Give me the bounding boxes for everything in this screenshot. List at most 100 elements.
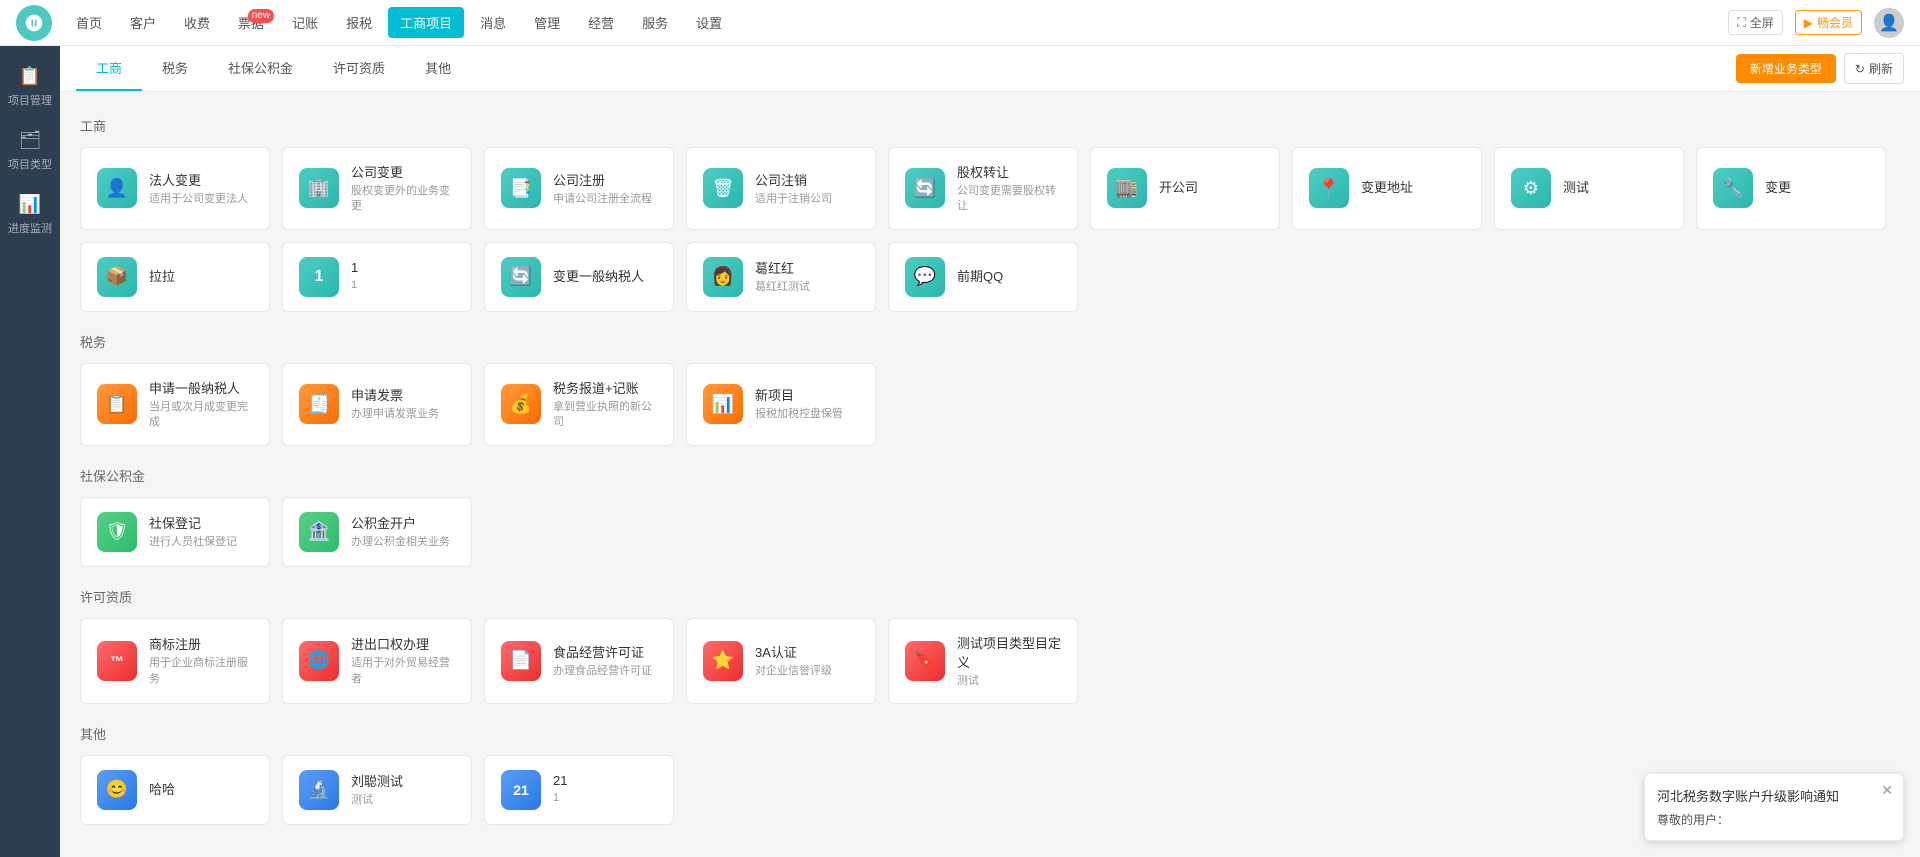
section-title-tax: 税务 xyxy=(80,332,1900,351)
nav-message[interactable]: 消息 xyxy=(468,7,518,38)
nav-settings[interactable]: 设置 xyxy=(684,7,734,38)
card-test-type[interactable]: 🔖 测试项目类型目定义 测试 xyxy=(888,618,1078,704)
sidebar-item-project-type[interactable]: 🗂 项目类型 xyxy=(0,118,60,182)
nav-tax[interactable]: 报税 xyxy=(334,7,384,38)
nav-manage[interactable]: 管理 xyxy=(522,7,572,38)
card-icon-test: ⚙ xyxy=(1511,168,1551,208)
cards-grid-tax: 📋 申请一般纳税人 当月或次月成变更完成 🧾 申请发票 办理申请发票业务 💰 xyxy=(80,363,1900,446)
card-info-gehonghong: 葛红红 葛红红测试 xyxy=(755,258,810,295)
card-desc-legal-change: 适用于公司变更法人 xyxy=(149,192,248,207)
tab-qualification[interactable]: 许可资质 xyxy=(313,46,405,91)
card-desc-company-change: 股权变更外的业务变更 xyxy=(351,184,455,215)
refresh-button[interactable]: ↻ 刷新 xyxy=(1844,53,1904,84)
nav-business[interactable]: 经营 xyxy=(576,7,626,38)
card-info-haha: 哈哈 xyxy=(149,779,175,801)
card-change[interactable]: 🔧 变更 xyxy=(1696,147,1886,230)
card-import-export[interactable]: 🌐 进出口权办理 适用于对外贸易经营者 xyxy=(282,618,472,704)
nav-customer[interactable]: 客户 xyxy=(118,7,168,38)
card-social-register[interactable]: 🛡 社保登记 进行人员社保登记 xyxy=(80,497,270,567)
card-info-equity-transfer: 股权转让 公司变更需要股权转让 xyxy=(957,162,1061,215)
card-apply-taxpayer[interactable]: 📋 申请一般纳税人 当月或次月成变更完成 xyxy=(80,363,270,446)
card-info-social-register: 社保登记 进行人员社保登记 xyxy=(149,513,237,550)
card-icon-apply-taxpayer: 📋 xyxy=(97,384,137,424)
card-legal-change[interactable]: 👤 法人变更 适用于公司变更法人 xyxy=(80,147,270,230)
avatar[interactable]: 👤 xyxy=(1874,8,1904,38)
card-new-project[interactable]: 📊 新项目 报税加税控盘保管 xyxy=(686,363,876,446)
nav-billing[interactable]: 收费 xyxy=(172,7,222,38)
card-company-change[interactable]: 🏢 公司变更 股权变更外的业务变更 xyxy=(282,147,472,230)
card-test[interactable]: ⚙ 测试 xyxy=(1494,147,1684,230)
content-area: 工商 税务 社保公积金 许可资质 其他 新增业务类型 ↻ 刷新 工商 � xyxy=(60,46,1920,857)
card-desc-trademark: 用于企业商标注册服务 xyxy=(149,656,253,687)
card-icon-liucong-test: 🔬 xyxy=(299,770,339,810)
refresh-icon: ↻ xyxy=(1855,62,1865,76)
vip-button[interactable]: ▶ 畅会员 xyxy=(1795,10,1862,35)
tab-tax[interactable]: 税务 xyxy=(142,46,208,91)
card-icon-company-cancel: 🗑 xyxy=(703,168,743,208)
card-icon-company-register: 📑 xyxy=(501,168,541,208)
card-title-trademark: 商标注册 xyxy=(149,634,253,653)
sidebar-item-progress[interactable]: 📊 进度监测 xyxy=(0,182,60,246)
card-change-address[interactable]: 📍 变更地址 xyxy=(1292,147,1482,230)
card-icon-3a-cert: ⭐ xyxy=(703,641,743,681)
card-icon-open-company: 🏬 xyxy=(1107,168,1147,208)
card-apply-invoice[interactable]: 🧾 申请发票 办理申请发票业务 xyxy=(282,363,472,446)
card-gehonghong[interactable]: 👩 葛红红 葛红红测试 xyxy=(686,242,876,312)
tab-other[interactable]: 其他 xyxy=(405,46,471,91)
card-desc-apply-invoice: 办理申请发票业务 xyxy=(351,407,439,422)
tabs-bar: 工商 税务 社保公积金 许可资质 其他 新增业务类型 ↻ 刷新 xyxy=(60,46,1920,92)
new-business-button[interactable]: 新增业务类型 xyxy=(1736,54,1836,83)
logo xyxy=(16,5,52,41)
sidebar-item-project-manage[interactable]: 📋 项目管理 xyxy=(0,54,60,118)
card-open-company[interactable]: 🏬 开公司 xyxy=(1090,147,1280,230)
card-desc-company-cancel: 适用于注销公司 xyxy=(755,192,832,207)
card-info-test: 测试 xyxy=(1563,177,1589,199)
card-info-apply-invoice: 申请发票 办理申请发票业务 xyxy=(351,385,439,422)
notification-close-button[interactable]: ✕ xyxy=(1881,782,1893,799)
card-title-legal-change: 法人变更 xyxy=(149,170,248,189)
card-info-food-license: 食品经营许可证 办理食品经营许可证 xyxy=(553,642,652,679)
card-desc-gehonghong: 葛红红测试 xyxy=(755,280,810,295)
card-icon-company-change: 🏢 xyxy=(299,168,339,208)
project-manage-icon: 📋 xyxy=(18,64,42,88)
card-equity-transfer[interactable]: 🔄 股权转让 公司变更需要股权转让 xyxy=(888,147,1078,230)
card-trademark[interactable]: ™ 商标注册 用于企业商标注册服务 xyxy=(80,618,270,704)
card-info-apply-taxpayer: 申请一般纳税人 当月或次月成变更完成 xyxy=(149,378,253,431)
card-info-tax-report: 税务报道+记账 拿到营业执照的新公司 xyxy=(553,378,657,431)
card-icon-apply-invoice: 🧾 xyxy=(299,384,339,424)
card-qq[interactable]: 💬 前期QQ xyxy=(888,242,1078,312)
sidebar-label-project-type: 项目类型 xyxy=(8,156,52,172)
nav-industrial[interactable]: 工商项目 xyxy=(388,7,464,38)
tab-social-security[interactable]: 社保公积金 xyxy=(208,46,313,91)
nav-home[interactable]: 首页 xyxy=(64,7,114,38)
card-tax-report[interactable]: 💰 税务报道+记账 拿到营业执照的新公司 xyxy=(484,363,674,446)
sidebar-label-progress: 进度监测 xyxy=(8,220,52,236)
fullscreen-button[interactable]: ⛶ 全屏 xyxy=(1728,10,1782,35)
card-fund-account[interactable]: 🏦 公积金开户 办理公积金相关业务 xyxy=(282,497,472,567)
tab-industrial[interactable]: 工商 xyxy=(76,46,142,91)
card-title-fund-account: 公积金开户 xyxy=(351,513,450,532)
card-info-lala: 拉拉 xyxy=(149,266,175,288)
card-21[interactable]: 21 21 1 xyxy=(484,755,674,825)
card-lala[interactable]: 📦 拉拉 xyxy=(80,242,270,312)
card-change-taxpayer[interactable]: 🔄 变更一般纳税人 xyxy=(484,242,674,312)
card-food-license[interactable]: 📄 食品经营许可证 办理食品经营许可证 xyxy=(484,618,674,704)
progress-icon: 📊 xyxy=(18,192,42,216)
card-info-one: 1 1 xyxy=(351,260,358,293)
nav-service[interactable]: 服务 xyxy=(630,7,680,38)
card-company-register[interactable]: 📑 公司注册 申请公司注册全流程 xyxy=(484,147,674,230)
fullscreen-icon: ⛶ xyxy=(1737,15,1745,30)
nav-invoice[interactable]: 票据 new xyxy=(226,7,276,38)
card-info-change: 变更 xyxy=(1765,177,1791,199)
card-3a-cert[interactable]: ⭐ 3A认证 对企业信誉评级 xyxy=(686,618,876,704)
card-desc-one: 1 xyxy=(351,278,358,293)
card-title-open-company: 开公司 xyxy=(1159,177,1198,196)
card-liucong-test[interactable]: 🔬 刘聪测试 测试 xyxy=(282,755,472,825)
card-company-cancel[interactable]: 🗑 公司注销 适用于注销公司 xyxy=(686,147,876,230)
card-info-21: 21 1 xyxy=(553,773,567,806)
card-haha[interactable]: 😊 哈哈 xyxy=(80,755,270,825)
fullscreen-label: 全屏 xyxy=(1750,14,1774,31)
card-one[interactable]: 1 1 1 xyxy=(282,242,472,312)
card-title-import-export: 进出口权办理 xyxy=(351,634,455,653)
nav-bookkeeping[interactable]: 记账 xyxy=(280,7,330,38)
